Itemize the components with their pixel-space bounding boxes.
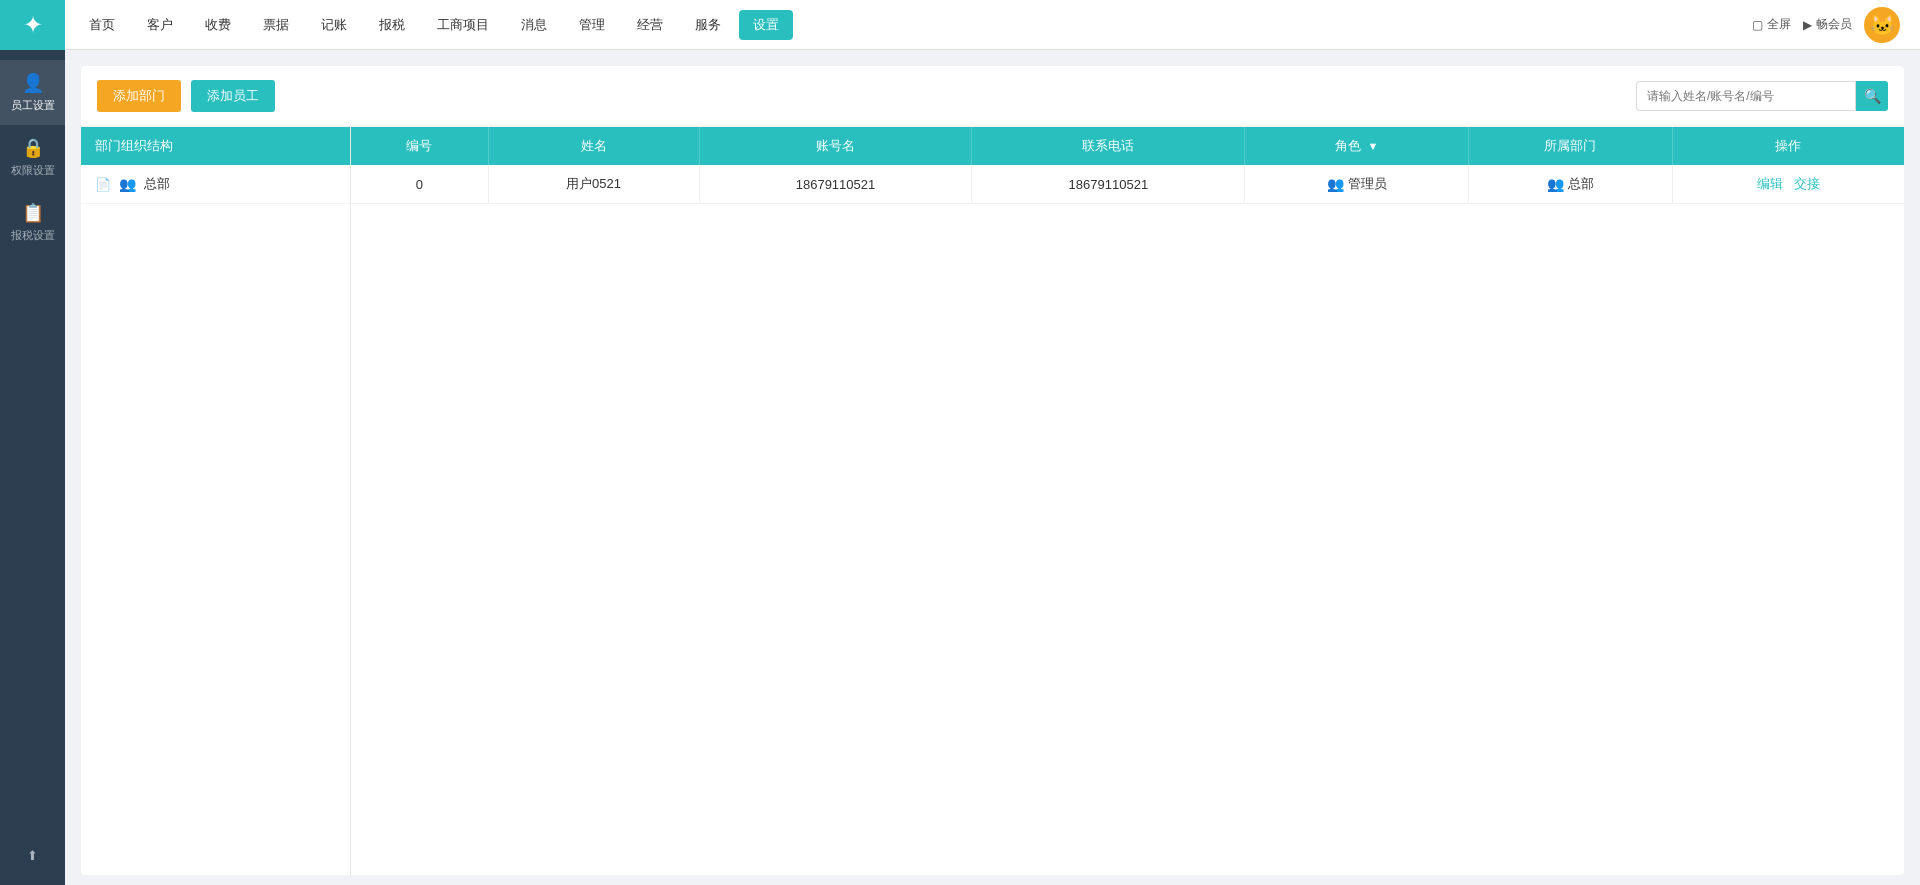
dept-icon: 👥: [1547, 176, 1564, 192]
search-icon: 🔍: [1864, 88, 1881, 104]
nav-item-经营[interactable]: 经营: [623, 10, 677, 40]
tree-item-label: 总部: [144, 175, 170, 193]
table-body: 0 用户0521 18679110521 18679110521 👥 管理员 👥…: [351, 165, 1904, 204]
cell-dept: 👥 总部: [1469, 165, 1673, 204]
avatar[interactable]: 🐱: [1864, 7, 1900, 43]
role-value: 管理员: [1348, 175, 1387, 193]
filter-icon: ▼: [1368, 140, 1379, 152]
nav-item-消息[interactable]: 消息: [507, 10, 561, 40]
main-content: 添加部门 添加员工 🔍 部门组织结构 📄: [65, 50, 1920, 885]
layout: 👤 员工设置🔒 权限设置📋 报税设置 ⬆ 添加部门 添加员工 🔍: [0, 50, 1920, 885]
sidebar-icon: 👤: [22, 72, 44, 94]
tree-panel: 部门组织结构 📄 👥 总部: [81, 127, 351, 875]
col-dept: 所属部门: [1469, 127, 1673, 165]
sidebar-label: 报税设置: [11, 228, 55, 243]
member-button[interactable]: ▶ 畅会员: [1803, 16, 1852, 33]
nav-item-首页[interactable]: 首页: [75, 10, 129, 40]
table-head: 编号 姓名 账号名 联系电话: [351, 127, 1904, 165]
content-body: 部门组织结构 📄 👥 总部 编号: [81, 127, 1904, 875]
cell-actions: 编辑 交接: [1672, 165, 1904, 204]
tree-header: 部门组织结构: [81, 127, 350, 165]
cell-account: 18679110521: [699, 165, 972, 204]
search-area: 🔍: [1636, 81, 1888, 111]
nav-item-服务[interactable]: 服务: [681, 10, 735, 40]
col-phone: 联系电话: [972, 127, 1245, 165]
nav-items: 首页客户收费票据记账报税工商项目消息管理经营服务设置: [65, 10, 1752, 40]
file-icon: 📄: [95, 177, 111, 192]
nav-item-票据[interactable]: 票据: [249, 10, 303, 40]
table-header-row: 编号 姓名 账号名 联系电话: [351, 127, 1904, 165]
col-name: 姓名: [488, 127, 699, 165]
fullscreen-button[interactable]: ▢ 全屏: [1752, 16, 1791, 33]
sidebar-item-员工设置[interactable]: 👤 员工设置: [0, 60, 65, 125]
avatar-emoji: 🐱: [1870, 13, 1895, 37]
dept-value: 总部: [1568, 175, 1594, 193]
add-emp-button[interactable]: 添加员工: [191, 80, 275, 112]
sidebar-label: 员工设置: [11, 98, 55, 113]
top-nav: ✦ 首页客户收费票据记账报税工商项目消息管理经营服务设置 ▢ 全屏 ▶ 畅会员 …: [0, 0, 1920, 50]
table-panel: 编号 姓名 账号名 联系电话: [351, 127, 1904, 875]
transfer-link[interactable]: 交接: [1794, 176, 1820, 191]
nav-item-收费[interactable]: 收费: [191, 10, 245, 40]
col-actions: 操作: [1672, 127, 1904, 165]
role-icon: 👥: [1327, 176, 1344, 192]
tree-user-icon: 👥: [119, 176, 136, 192]
nav-item-记账[interactable]: 记账: [307, 10, 361, 40]
sidebar-icon: 🔒: [22, 137, 44, 159]
edit-link[interactable]: 编辑: [1757, 176, 1783, 191]
sidebar: 👤 员工设置🔒 权限设置📋 报税设置 ⬆: [0, 50, 65, 885]
content-card: 添加部门 添加员工 🔍 部门组织结构 📄: [81, 66, 1904, 875]
search-input[interactable]: [1636, 81, 1856, 111]
logo-icon: ✦: [23, 11, 43, 39]
sidebar-item-权限设置[interactable]: 🔒 权限设置: [0, 125, 65, 190]
cell-role: 👥 管理员: [1245, 165, 1469, 204]
tree-header-label: 部门组织结构: [95, 138, 173, 153]
fullscreen-icon: ▢: [1752, 18, 1763, 32]
toolbar: 添加部门 添加员工 🔍: [81, 66, 1904, 127]
cell-name: 用户0521: [488, 165, 699, 204]
upload-icon: ⬆: [27, 848, 38, 863]
cell-phone: 18679110521: [972, 165, 1245, 204]
member-label: 畅会员: [1816, 16, 1852, 33]
sidebar-label: 权限设置: [11, 163, 55, 178]
col-role[interactable]: 角色 ▼: [1245, 127, 1469, 165]
nav-item-报税[interactable]: 报税: [365, 10, 419, 40]
member-icon: ▶: [1803, 18, 1812, 32]
search-button[interactable]: 🔍: [1856, 81, 1888, 111]
table-row: 0 用户0521 18679110521 18679110521 👥 管理员 👥…: [351, 165, 1904, 204]
add-dept-button[interactable]: 添加部门: [97, 80, 181, 112]
sidebar-icon: 📋: [22, 202, 44, 224]
nav-item-管理[interactable]: 管理: [565, 10, 619, 40]
nav-item-设置[interactable]: 设置: [739, 10, 793, 40]
sidebar-bottom-button[interactable]: ⬆: [0, 836, 65, 875]
employee-table: 编号 姓名 账号名 联系电话: [351, 127, 1904, 204]
logo: ✦: [0, 0, 65, 50]
cell-id: 0: [351, 165, 488, 204]
col-account: 账号名: [699, 127, 972, 165]
tree-item-general[interactable]: 📄 👥 总部: [81, 165, 350, 204]
nav-right: ▢ 全屏 ▶ 畅会员 🐱: [1752, 7, 1920, 43]
nav-item-客户[interactable]: 客户: [133, 10, 187, 40]
sidebar-item-报税设置[interactable]: 📋 报税设置: [0, 190, 65, 255]
nav-item-工商项目[interactable]: 工商项目: [423, 10, 503, 40]
fullscreen-label: 全屏: [1767, 16, 1791, 33]
col-id: 编号: [351, 127, 488, 165]
